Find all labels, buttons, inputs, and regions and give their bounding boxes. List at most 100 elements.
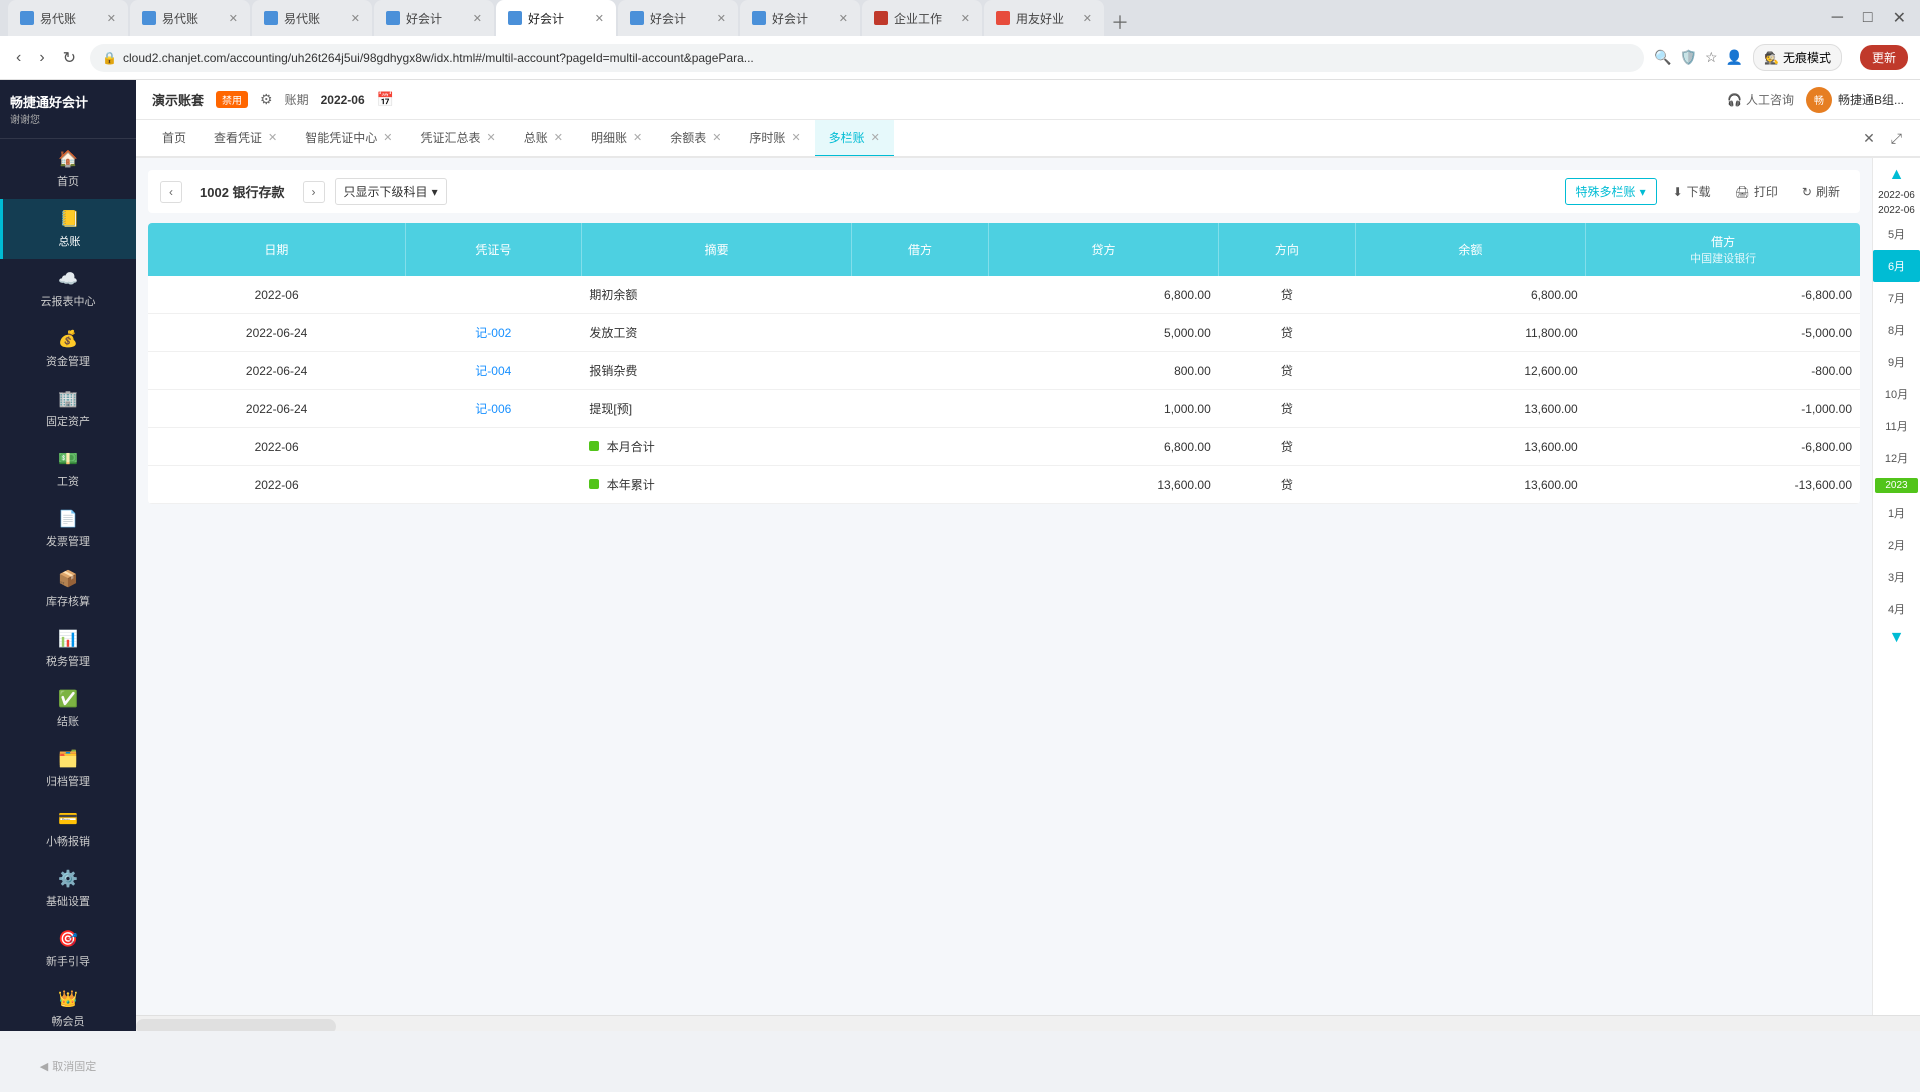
sidebar-item-close-account[interactable]: ✅ 结账 xyxy=(0,679,136,739)
minimize-button[interactable]: ─ xyxy=(1826,9,1849,27)
horizontal-scrollbar-area[interactable] xyxy=(136,1015,1920,1031)
tab-sequential[interactable]: 序时账 ✕ xyxy=(735,120,814,157)
tab-close-2[interactable]: ✕ xyxy=(229,12,238,25)
tab-smart-voucher[interactable]: 智能凭证中心 ✕ xyxy=(291,120,406,157)
sidebar-item-cloud-report[interactable]: ☁️ 云报表中心 xyxy=(0,259,136,319)
tab-close-voucher-summary[interactable]: ✕ xyxy=(487,131,496,144)
tab-close-3[interactable]: ✕ xyxy=(351,12,360,25)
browser-tab-4[interactable]: 好会计 ✕ xyxy=(374,0,494,36)
tab-close-view-voucher[interactable]: ✕ xyxy=(268,131,277,144)
cal-month-10[interactable]: 10月 xyxy=(1873,378,1920,410)
horizontal-scrollbar[interactable] xyxy=(136,1019,336,1031)
download-button[interactable]: ⬇ 下载 xyxy=(1665,179,1719,204)
next-account-button[interactable]: › xyxy=(303,181,325,203)
cal-month-5[interactable]: 5月 xyxy=(1873,218,1920,250)
extension-icon[interactable]: 🛡️ xyxy=(1680,49,1697,66)
account-badge[interactable]: 禁用 xyxy=(216,91,248,108)
browser-tab-9[interactable]: 用友好业 ✕ xyxy=(984,0,1104,36)
tab-close-detail[interactable]: ✕ xyxy=(633,131,642,144)
sidebar-item-tax[interactable]: 📊 税务管理 xyxy=(0,619,136,679)
special-multi-column-button[interactable]: 特殊多栏账 ▾ xyxy=(1565,178,1657,205)
tab-voucher-summary[interactable]: 凭证汇总表 ✕ xyxy=(406,120,509,157)
profile-icon[interactable]: 👤 xyxy=(1726,49,1743,66)
tab-close-general[interactable]: ✕ xyxy=(554,131,563,144)
browser-tab-1[interactable]: 易代账 ✕ xyxy=(8,0,128,36)
cancel-fixed-button[interactable]: ◀ 取消固定 xyxy=(0,1050,136,1082)
sidebar-item-home[interactable]: 🏠 首页 xyxy=(0,139,136,199)
sidebar-item-expense[interactable]: 💳 小畅报销 xyxy=(0,799,136,859)
cal-month-6[interactable]: 6月 xyxy=(1873,250,1920,282)
refresh-button[interactable]: ↻ 刷新 xyxy=(1794,179,1848,204)
filter-dropdown[interactable]: 只显示下级科目 ▾ xyxy=(335,178,447,205)
address-bar[interactable]: 🔒 cloud2.chanjet.com/accounting/uh26t264… xyxy=(90,44,1644,72)
tab-view-voucher[interactable]: 查看凭证 ✕ xyxy=(200,120,291,157)
cal-2023-month-1[interactable]: 1月 xyxy=(1873,497,1920,529)
forward-button[interactable]: › xyxy=(35,45,48,71)
tab-close-4[interactable]: ✕ xyxy=(473,12,482,25)
tab-detail-ledger[interactable]: 明细账 ✕ xyxy=(577,120,656,157)
cal-month-8[interactable]: 8月 xyxy=(1873,314,1920,346)
browser-tab-3[interactable]: 易代账 ✕ xyxy=(252,0,372,36)
cal-month-11[interactable]: 11月 xyxy=(1873,410,1920,442)
user-info[interactable]: 畅 畅捷通B组... xyxy=(1806,87,1904,113)
cal-2023-month-2[interactable]: 2月 xyxy=(1873,529,1920,561)
cal-month-7[interactable]: 7月 xyxy=(1873,282,1920,314)
browser-tab-2[interactable]: 易代账 ✕ xyxy=(130,0,250,36)
cal-2023-month-4[interactable]: 4月 xyxy=(1873,593,1920,625)
cal-nav-down[interactable]: ▼ xyxy=(1885,625,1909,651)
new-tab-button[interactable]: ＋ xyxy=(1106,8,1134,36)
cal-year-2023[interactable]: 2023 xyxy=(1875,478,1917,493)
bookmark-icon[interactable]: ☆ xyxy=(1705,49,1718,66)
prev-account-button[interactable]: ‹ xyxy=(160,181,182,203)
tab-collapse-button[interactable]: ✕ xyxy=(1857,130,1881,147)
sidebar-item-salary[interactable]: 💵 工资 xyxy=(0,439,136,499)
tab-close-9[interactable]: ✕ xyxy=(1083,12,1092,25)
logo-subtitle: 谢谢您 xyxy=(10,111,126,126)
wuhen-mode-button[interactable]: 🕵️ 无痕模式 xyxy=(1753,44,1842,71)
refresh-nav-button[interactable]: ↻ xyxy=(59,44,80,72)
search-icon[interactable]: 🔍 xyxy=(1654,49,1671,66)
update-button[interactable]: 更新 xyxy=(1860,45,1908,70)
sidebar-item-guide[interactable]: 🎯 新手引导 xyxy=(0,919,136,979)
tab-multi-column[interactable]: 多栏账 ✕ xyxy=(815,120,894,157)
sidebar-item-archive[interactable]: 🗂️ 归档管理 xyxy=(0,739,136,799)
tab-close-1[interactable]: ✕ xyxy=(107,12,116,25)
tab-expand-button[interactable]: ⤢ xyxy=(1885,130,1908,147)
gear-settings-icon[interactable]: ⚙ xyxy=(260,91,273,108)
cell-voucher-2[interactable]: 记-002 xyxy=(405,314,581,352)
tab-balance[interactable]: 余额表 ✕ xyxy=(656,120,735,157)
tab-home[interactable]: 首页 xyxy=(148,120,200,157)
cal-month-12[interactable]: 12月 xyxy=(1873,442,1920,474)
tab-close-6[interactable]: ✕ xyxy=(717,12,726,25)
browser-tab-5[interactable]: 好会计 ✕ xyxy=(496,0,616,36)
maximize-button[interactable]: □ xyxy=(1857,9,1879,27)
sidebar-item-invoice[interactable]: 📄 发票管理 xyxy=(0,499,136,559)
tab-close-smart-voucher[interactable]: ✕ xyxy=(383,131,392,144)
tab-close-5[interactable]: ✕ xyxy=(595,12,604,25)
sidebar-item-ledger[interactable]: 📒 总账 xyxy=(0,199,136,259)
sidebar-item-fund[interactable]: 💰 资金管理 xyxy=(0,319,136,379)
consult-button[interactable]: 🎧 人工咨询 xyxy=(1727,91,1794,108)
tab-close-sequential[interactable]: ✕ xyxy=(791,131,800,144)
cell-voucher-4[interactable]: 记-006 xyxy=(405,390,581,428)
tab-close-7[interactable]: ✕ xyxy=(839,12,848,25)
print-button[interactable]: 🖨 打印 xyxy=(1727,179,1786,204)
browser-tab-7[interactable]: 好会计 ✕ xyxy=(740,0,860,36)
cal-nav-up[interactable]: ▲ xyxy=(1885,162,1909,188)
back-button[interactable]: ‹ xyxy=(12,45,25,71)
close-window-button[interactable]: ✕ xyxy=(1887,8,1912,28)
browser-tab-8[interactable]: 企业工作 ✕ xyxy=(862,0,982,36)
sidebar-item-settings[interactable]: ⚙️ 基础设置 xyxy=(0,859,136,919)
browser-tab-6[interactable]: 好会计 ✕ xyxy=(618,0,738,36)
tab-close-8[interactable]: ✕ xyxy=(961,12,970,25)
sidebar-item-fixed-asset[interactable]: 🏢 固定资产 xyxy=(0,379,136,439)
calendar-icon[interactable]: 📅 xyxy=(377,91,394,108)
tab-close-balance[interactable]: ✕ xyxy=(712,131,721,144)
tab-close-multi[interactable]: ✕ xyxy=(871,131,880,144)
cal-month-9[interactable]: 9月 xyxy=(1873,346,1920,378)
tab-general-ledger[interactable]: 总账 ✕ xyxy=(510,120,577,157)
sidebar-item-member[interactable]: 👑 畅会员 xyxy=(0,979,136,1039)
cell-voucher-3[interactable]: 记-004 xyxy=(405,352,581,390)
sidebar-item-inventory[interactable]: 📦 库存核算 xyxy=(0,559,136,619)
cal-2023-month-3[interactable]: 3月 xyxy=(1873,561,1920,593)
